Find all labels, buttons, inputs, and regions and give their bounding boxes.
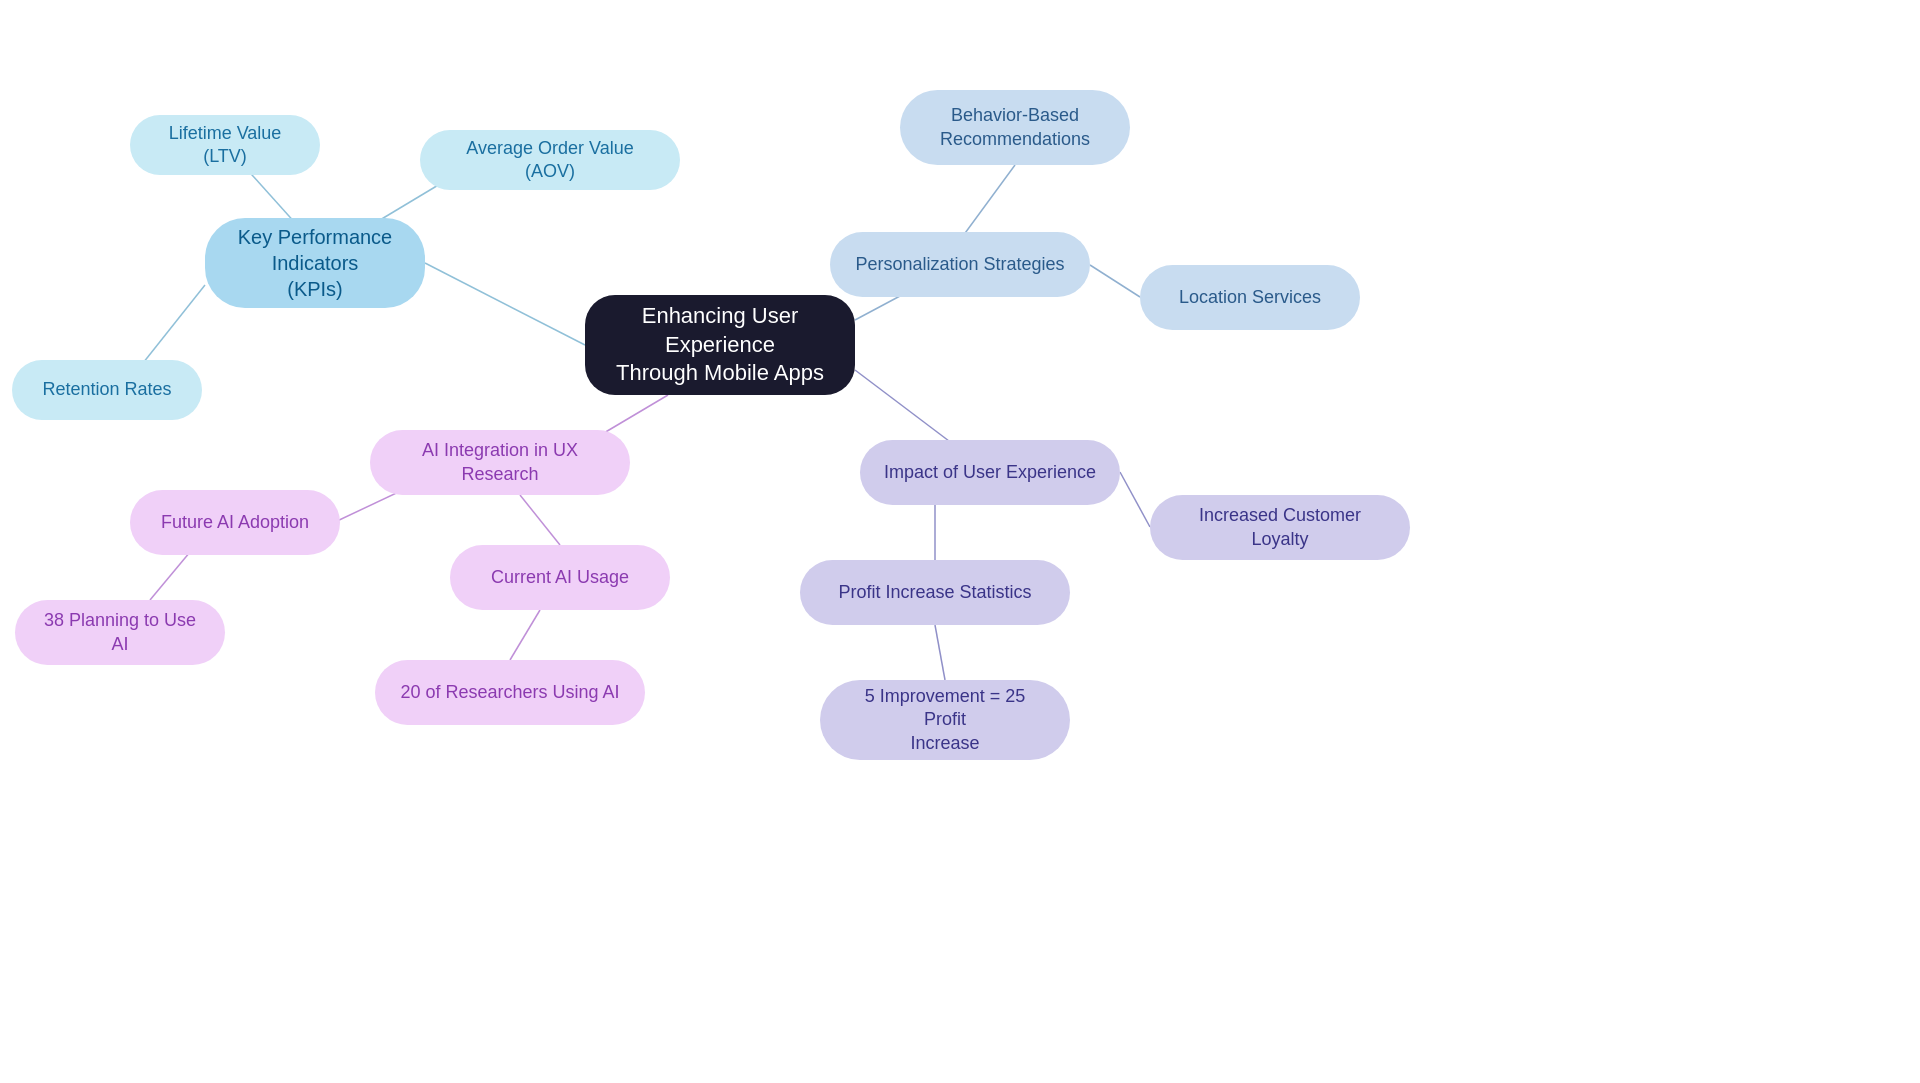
improvement-node: 5 Improvement = 25 Profit Increase (820, 680, 1070, 760)
location-node: Location Services (1140, 265, 1360, 330)
retention-node: Retention Rates (12, 360, 202, 420)
svg-line-15 (1120, 472, 1150, 527)
ltv-node: Lifetime Value (LTV) (130, 115, 320, 175)
svg-line-5 (960, 165, 1015, 240)
kpi-node: Key Performance Indicators (KPIs) (205, 218, 425, 308)
center-node: Enhancing User Experience Through Mobile… (585, 295, 855, 395)
future-ai-node: Future AI Adoption (130, 490, 340, 555)
svg-line-0 (425, 263, 585, 345)
svg-line-14 (935, 625, 945, 680)
planning-38-node: 38 Planning to Use AI (15, 600, 225, 665)
ai-integration-node: AI Integration in UX Research (370, 430, 630, 495)
svg-line-9 (520, 495, 560, 545)
aov-node: Average Order Value (AOV) (420, 130, 680, 190)
impact-node: Impact of User Experience (860, 440, 1120, 505)
profit-stats-node: Profit Increase Statistics (800, 560, 1070, 625)
behavior-node: Behavior-Based Recommendations (900, 90, 1130, 165)
customer-loyalty-node: Increased Customer Loyalty (1150, 495, 1410, 560)
svg-line-6 (1090, 265, 1140, 297)
svg-line-11 (510, 610, 540, 660)
researchers-20-node: 20 of Researchers Using AI (375, 660, 645, 725)
personalization-node: Personalization Strategies (830, 232, 1090, 297)
current-ai-node: Current AI Usage (450, 545, 670, 610)
